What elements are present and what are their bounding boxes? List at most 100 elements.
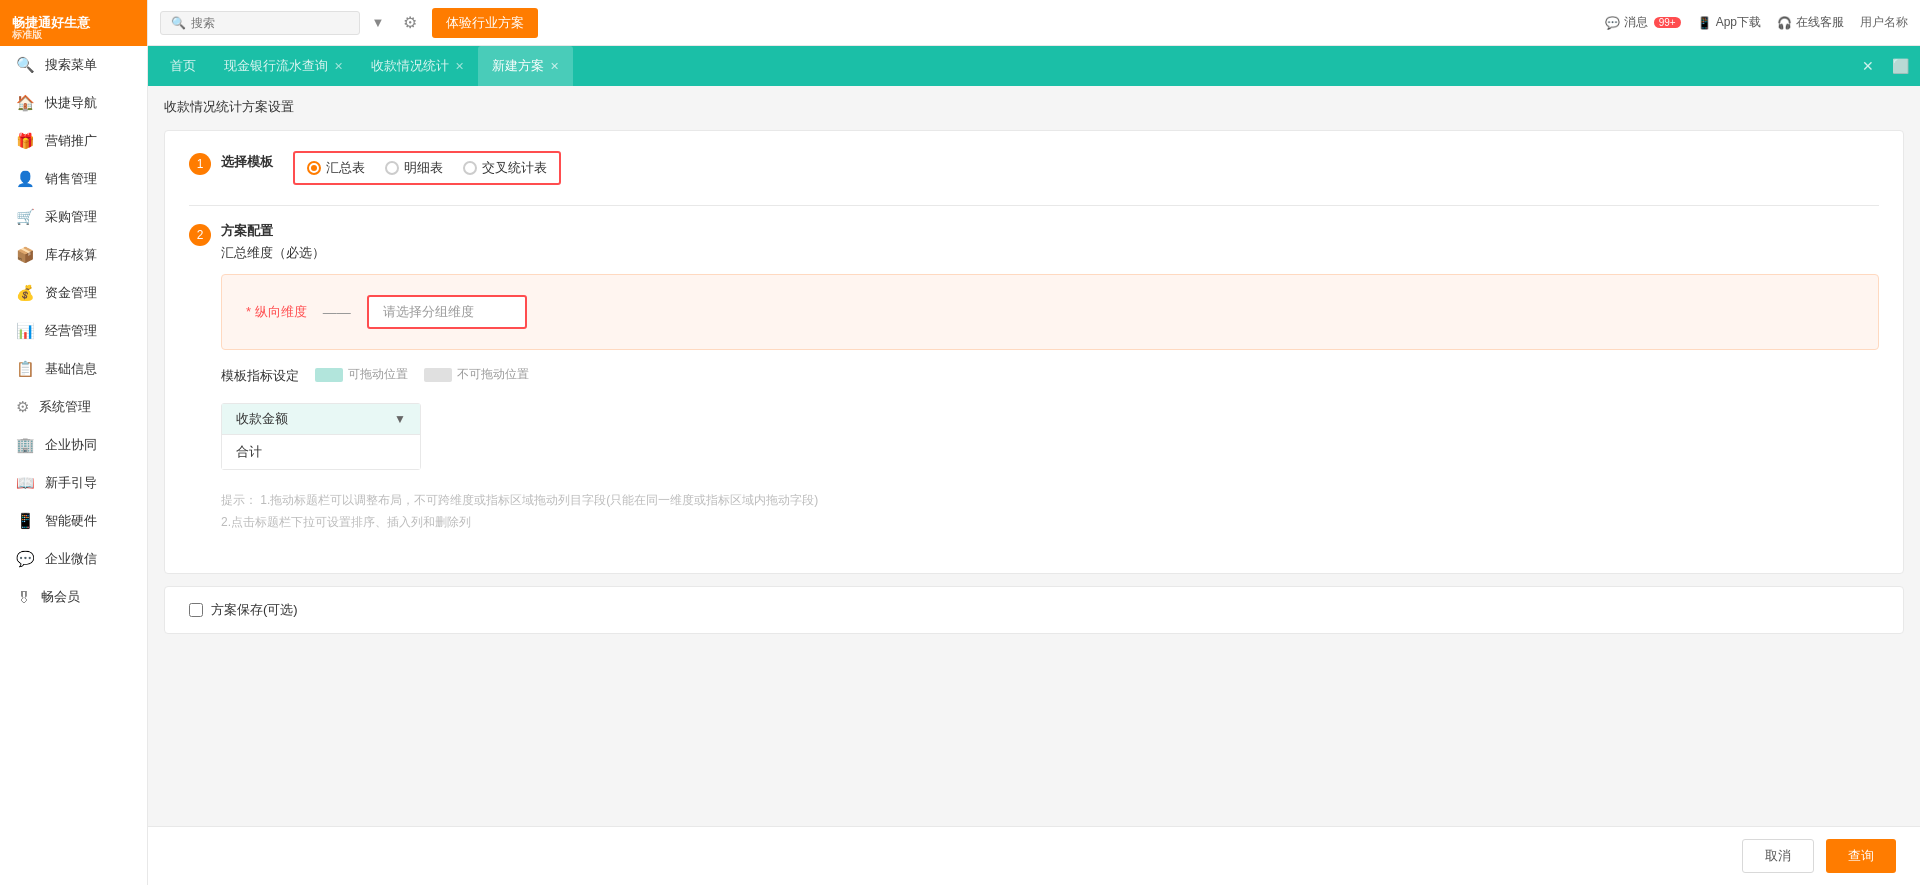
search-menu-icon: 🔍 — [16, 56, 35, 74]
tab-bank-flow[interactable]: 现金银行流水查询 ✕ — [210, 46, 357, 86]
dimension-area: * 纵向维度 —— 请选择分组维度 — [221, 274, 1879, 350]
sidebar-item-label: 企业协同 — [45, 436, 97, 454]
radio-crosstab[interactable]: 交叉统计表 — [463, 159, 547, 177]
topbar-right: 💬 消息 99+ 📱 App下载 🎧 在线客服 用户名称 — [1605, 14, 1908, 31]
tab-receipt-stats-close[interactable]: ✕ — [455, 60, 464, 73]
tab-new-plan-close[interactable]: ✕ — [550, 60, 559, 73]
query-button[interactable]: 查询 — [1826, 839, 1896, 873]
tab-home-label: 首页 — [170, 57, 196, 75]
tab-bank-flow-label: 现金银行流水查询 — [224, 57, 328, 75]
search-box[interactable]: 🔍 — [160, 11, 360, 35]
tab-bank-flow-close[interactable]: ✕ — [334, 60, 343, 73]
search-icon: 🔍 — [171, 16, 186, 30]
download-label: App下载 — [1716, 14, 1761, 31]
sidebar-item-member[interactable]: 🎖 畅会员 — [0, 578, 147, 616]
step2-badge: 2 — [189, 224, 211, 246]
sidebar-item-inventory[interactable]: 📦 库存核算 — [0, 236, 147, 274]
tab-receipt-stats-label: 收款情况统计 — [371, 57, 449, 75]
column-dropdown-icon[interactable]: ▼ — [394, 412, 406, 426]
sidebar-item-label: 快捷导航 — [45, 94, 97, 112]
sidebar-item-label: 采购管理 — [45, 208, 97, 226]
gear-icon: ⚙ — [16, 398, 29, 416]
step2-section: 2 方案配置 汇总维度（必选） * 纵向维度 —— 请选择分组维度 — [189, 222, 1879, 533]
metrics-header: 模板指标设定 — [221, 367, 299, 385]
save-section: 方案保存(可选) — [164, 586, 1904, 634]
tab-new-plan-label: 新建方案 — [492, 57, 544, 75]
sidebar-item-label: 企业微信 — [45, 550, 97, 568]
settings-icon[interactable]: ⚙ — [396, 9, 424, 37]
content-area: 收款情况统计方案设置 1 选择模板 汇总表 — [148, 86, 1920, 885]
cart-icon: 🛒 — [16, 208, 35, 226]
sidebar-item-label: 销售管理 — [45, 170, 97, 188]
sidebar-item-enterprise[interactable]: 🏢 企业协同 — [0, 426, 147, 464]
hint-line-2: 2.点击标题栏下拉可设置排序、插入列和删除列 — [221, 512, 1879, 534]
sidebar-item-label: 基础信息 — [45, 360, 97, 378]
sidebar-item-new-guide[interactable]: 📖 新手引导 — [0, 464, 147, 502]
dimension-config: 汇总维度（必选） * 纵向维度 —— 请选择分组维度 — [221, 244, 1879, 350]
radio-detail[interactable]: 明细表 — [385, 159, 443, 177]
metrics-table: 收款金额 ▼ 合计 — [221, 403, 421, 470]
sidebar-item-marketing[interactable]: 🎁 营销推广 — [0, 122, 147, 160]
page-title: 收款情况统计方案设置 — [164, 98, 1904, 116]
clipboard-icon: 📋 — [16, 360, 35, 378]
step1-section: 1 选择模板 汇总表 明细表 — [189, 151, 1879, 185]
service-label: 在线客服 — [1796, 14, 1844, 31]
radio-detail-circle — [385, 161, 399, 175]
cancel-button[interactable]: 取消 — [1742, 839, 1814, 873]
sidebar-item-finance[interactable]: 💰 资金管理 — [0, 274, 147, 312]
phone-icon: 📱 — [16, 512, 35, 530]
user-info: 用户名称 — [1860, 14, 1908, 31]
step2-content: 方案配置 汇总维度（必选） * 纵向维度 —— 请选择分组维度 — [221, 222, 1879, 533]
person-icon: 👤 — [16, 170, 35, 188]
hint-line-1: 提示： 1.拖动标题栏可以调整布局，不可跨维度或指标区域拖动列目字段(只能在同一… — [221, 490, 1879, 512]
tab-new-plan[interactable]: 新建方案 ✕ — [478, 46, 573, 86]
chart-icon: 📊 — [16, 322, 35, 340]
notification-button[interactable]: 💬 消息 99+ — [1605, 14, 1681, 31]
notification-label: 消息 — [1624, 14, 1648, 31]
legend-non-draggable: 不可拖动位置 — [424, 366, 529, 383]
save-checkbox[interactable] — [189, 603, 203, 617]
tab-home[interactable]: 首页 — [156, 46, 210, 86]
metrics-section: 模板指标设定 可拖动位置 不可拖动位置 — [221, 366, 1879, 470]
trial-button[interactable]: 体验行业方案 — [432, 8, 538, 38]
edition-badge: 标准版 — [12, 28, 42, 42]
sidebar-item-label: 营销推广 — [45, 132, 97, 150]
step1-title: 选择模板 — [221, 153, 273, 171]
service-icon: 🎧 — [1777, 16, 1792, 30]
close-window-button[interactable]: ✕ — [1856, 54, 1880, 78]
metrics-legend: 可拖动位置 不可拖动位置 — [315, 366, 529, 383]
sidebar-item-smart-hardware[interactable]: 📱 智能硬件 — [0, 502, 147, 540]
radio-crosstab-label: 交叉统计表 — [482, 159, 547, 177]
sidebar-item-search-menu[interactable]: 🔍 搜索菜单 — [0, 46, 147, 84]
sidebar-item-basic-info[interactable]: 📋 基础信息 — [0, 350, 147, 388]
sidebar-item-purchase[interactable]: 🛒 采购管理 — [0, 198, 147, 236]
sidebar-item-system[interactable]: ⚙ 系统管理 — [0, 388, 147, 426]
search-input[interactable] — [191, 16, 331, 30]
notification-badge: 99+ — [1654, 17, 1681, 28]
sidebar-item-enterprise-wechat[interactable]: 💬 企业微信 — [0, 540, 147, 578]
gift-icon: 🎁 — [16, 132, 35, 150]
radio-summary[interactable]: 汇总表 — [307, 159, 365, 177]
metrics-table-cell: 合计 — [222, 435, 420, 469]
book-icon: 📖 — [16, 474, 35, 492]
content-inner: 收款情况统计方案设置 1 选择模板 汇总表 — [148, 86, 1920, 826]
sidebar-item-sales[interactable]: 👤 销售管理 — [0, 160, 147, 198]
sidebar-item-label: 新手引导 — [45, 474, 97, 492]
maximize-button[interactable]: ⬜ — [1888, 54, 1912, 78]
tab-receipt-stats[interactable]: 收款情况统计 ✕ — [357, 46, 478, 86]
sidebar-item-label: 搜索菜单 — [45, 56, 97, 74]
sidebar-item-quick-nav[interactable]: 🏠 快捷导航 — [0, 84, 147, 122]
arrow-icon: —— — [323, 304, 351, 320]
sidebar-item-label: 智能硬件 — [45, 512, 97, 530]
section-divider — [189, 205, 1879, 206]
radio-summary-circle — [307, 161, 321, 175]
dropdown-toggle[interactable]: ▼ — [368, 13, 388, 33]
non-draggable-label: 不可拖动位置 — [457, 366, 529, 383]
message-icon: 💬 — [1605, 16, 1620, 30]
dimension-selector[interactable]: 请选择分组维度 — [367, 295, 527, 329]
main-area: 🔍 ▼ ⚙ 体验行业方案 💬 消息 99+ 📱 App下载 🎧 在线客服 用户名… — [148, 0, 1920, 885]
online-service-button[interactable]: 🎧 在线客服 — [1777, 14, 1844, 31]
sidebar-item-operations[interactable]: 📊 经营管理 — [0, 312, 147, 350]
app-download-button[interactable]: 📱 App下载 — [1697, 14, 1761, 31]
vertical-dimension-label: * 纵向维度 — [246, 303, 307, 321]
